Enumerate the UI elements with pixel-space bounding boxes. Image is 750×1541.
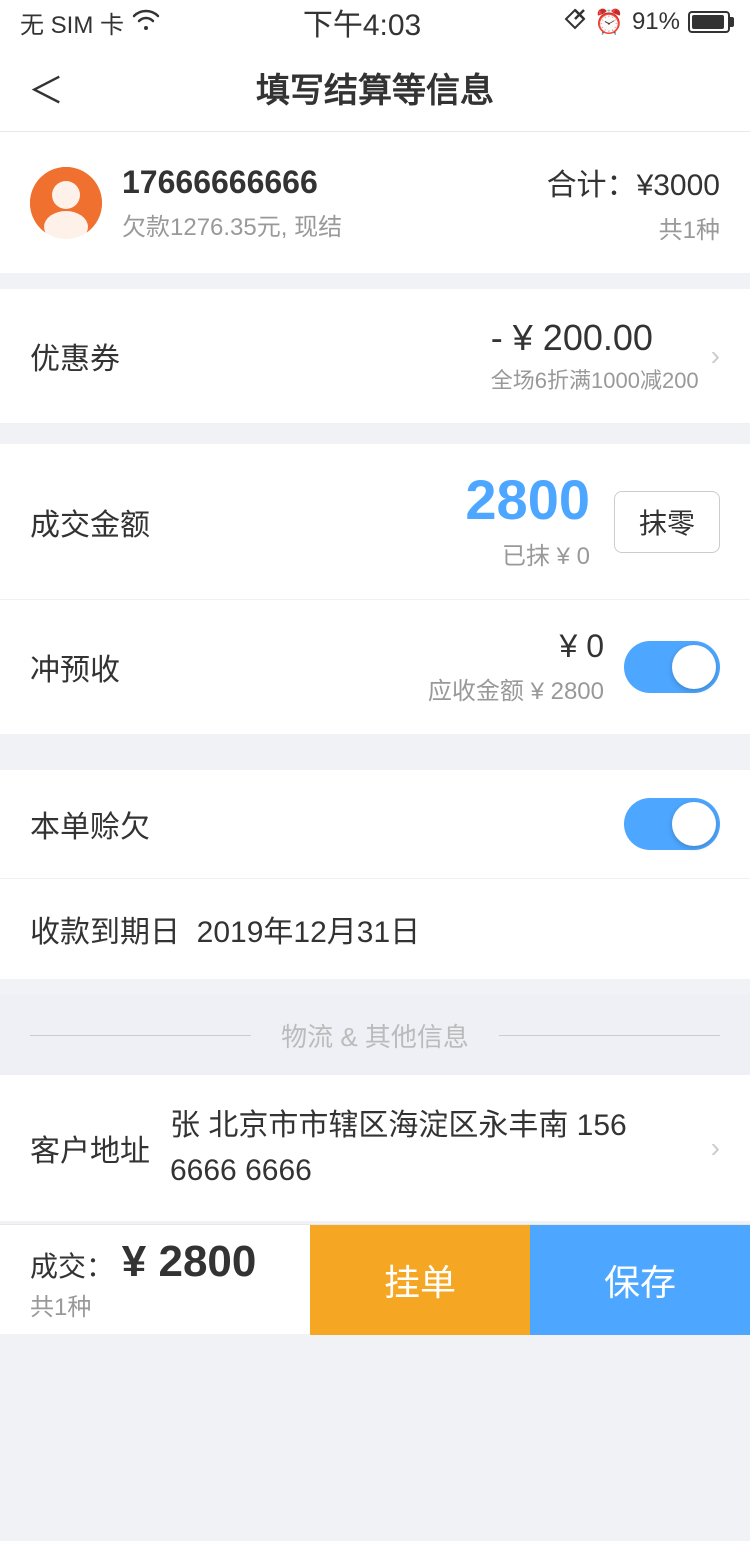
prepay-row: 冲预收 ¥ 0 应收金额 ¥ 2800	[0, 599, 750, 734]
bottom-bar: 成交： ¥ 2800 共1种 挂单 保存	[0, 1224, 750, 1334]
coupon-row[interactable]: 优惠券 - ¥ 200.00 全场6折满1000减200 ›	[0, 289, 750, 424]
user-phone: 17666666666	[122, 164, 342, 201]
bottom-deal-label: 成交：	[30, 1251, 114, 1282]
debt-row: 本单赊欠	[0, 770, 750, 878]
prepay-amounts: ¥ 0 应收金额 ¥ 2800	[428, 628, 604, 706]
total-amount: 合计：¥3000	[547, 160, 720, 204]
user-right: 合计：¥3000 共1种	[547, 160, 720, 245]
avatar	[30, 167, 102, 239]
prepay-value: ¥ 0	[428, 628, 604, 665]
coupon-info: - ¥ 200.00 全场6折满1000减200	[491, 317, 699, 395]
chevron-right-icon: ›	[711, 340, 720, 372]
wifi-icon	[132, 8, 160, 37]
divider-1	[0, 424, 750, 444]
battery-icon	[688, 11, 730, 33]
coupon-label: 优惠券	[30, 334, 120, 378]
section-divider: 物流 & 其他信息	[0, 995, 750, 1075]
coupon-discount: - ¥ 200.00	[491, 317, 699, 359]
location-icon	[564, 8, 586, 37]
deal-amount-sub: 已抹 ¥ 0	[465, 536, 590, 571]
prepay-sub: 应收金额 ¥ 2800	[428, 671, 604, 706]
user-info: 17666666666 欠款1276.35元, 现结	[122, 164, 342, 242]
deal-amount-right: 2800 已抹 ¥ 0 抹零	[465, 472, 720, 571]
sim-label: 无 SIM 卡	[20, 5, 124, 40]
address-label: 客户地址	[30, 1126, 150, 1170]
prepay-label: 冲预收	[30, 645, 120, 689]
status-bar: 无 SIM 卡 下午4:03 ⏰ 91%	[0, 0, 750, 44]
divider-2	[0, 734, 750, 754]
round-button[interactable]: 抹零	[614, 491, 720, 553]
toggle-knob	[672, 645, 716, 689]
address-row[interactable]: 客户地址 张 北京市市辖区海淀区永丰南 156 6666 6666 ›	[0, 1075, 750, 1221]
address-content: 张 北京市市辖区海淀区永丰南 156 6666 6666	[150, 1103, 711, 1193]
back-button[interactable]: ＜	[28, 62, 64, 114]
coupon-description: 全场6折满1000减200	[491, 363, 699, 395]
bottom-deal-count: 共1种	[30, 1287, 280, 1322]
status-right: ⏰ 91%	[564, 8, 730, 37]
due-date-text: 收款到期日 2019年12月31日	[30, 916, 420, 949]
user-left: 17666666666 欠款1276.35元, 现结	[30, 164, 342, 242]
battery-percent: 91%	[632, 8, 680, 36]
debt-label: 本单赊欠	[30, 802, 150, 846]
amount-value-wrap: 2800 已抹 ¥ 0	[465, 472, 590, 571]
prepay-right: ¥ 0 应收金额 ¥ 2800	[428, 628, 720, 706]
bottom-deal-row: 成交： ¥ 2800	[30, 1237, 280, 1287]
prepay-toggle[interactable]	[624, 641, 720, 693]
alarm-icon: ⏰	[594, 8, 624, 37]
user-debt: 欠款1276.35元, 现结	[122, 207, 342, 242]
address-chevron-icon: ›	[711, 1132, 720, 1164]
status-time: 下午4:03	[303, 0, 421, 44]
page-title: 填写结算等信息	[256, 63, 494, 112]
debt-toggle[interactable]	[624, 798, 720, 850]
due-date-row: 收款到期日 2019年12月31日	[0, 878, 750, 979]
deal-amount-label: 成交金额	[30, 500, 150, 544]
coupon-right: - ¥ 200.00 全场6折满1000减200 ›	[491, 317, 720, 395]
user-card: 17666666666 欠款1276.35元, 现结 合计：¥3000 共1种	[0, 132, 750, 273]
bottom-deal-info: 成交： ¥ 2800 共1种	[0, 1237, 310, 1322]
save-button[interactable]: 保存	[530, 1225, 750, 1335]
nav-bar: ＜ 填写结算等信息	[0, 44, 750, 132]
bottom-deal-amount: ¥ 2800	[122, 1237, 257, 1286]
total-count: 共1种	[547, 210, 720, 245]
debt-toggle-knob	[672, 802, 716, 846]
deal-amount-value: 2800	[465, 472, 590, 528]
deal-amount-row: 成交金额 2800 已抹 ¥ 0 抹零	[0, 444, 750, 599]
hold-button-label: 挂单	[384, 1254, 456, 1306]
section-divider-text: 物流 & 其他信息	[281, 1017, 469, 1054]
status-left: 无 SIM 卡	[20, 5, 160, 40]
hold-button[interactable]: 挂单	[310, 1225, 530, 1335]
save-button-label: 保存	[604, 1254, 676, 1306]
